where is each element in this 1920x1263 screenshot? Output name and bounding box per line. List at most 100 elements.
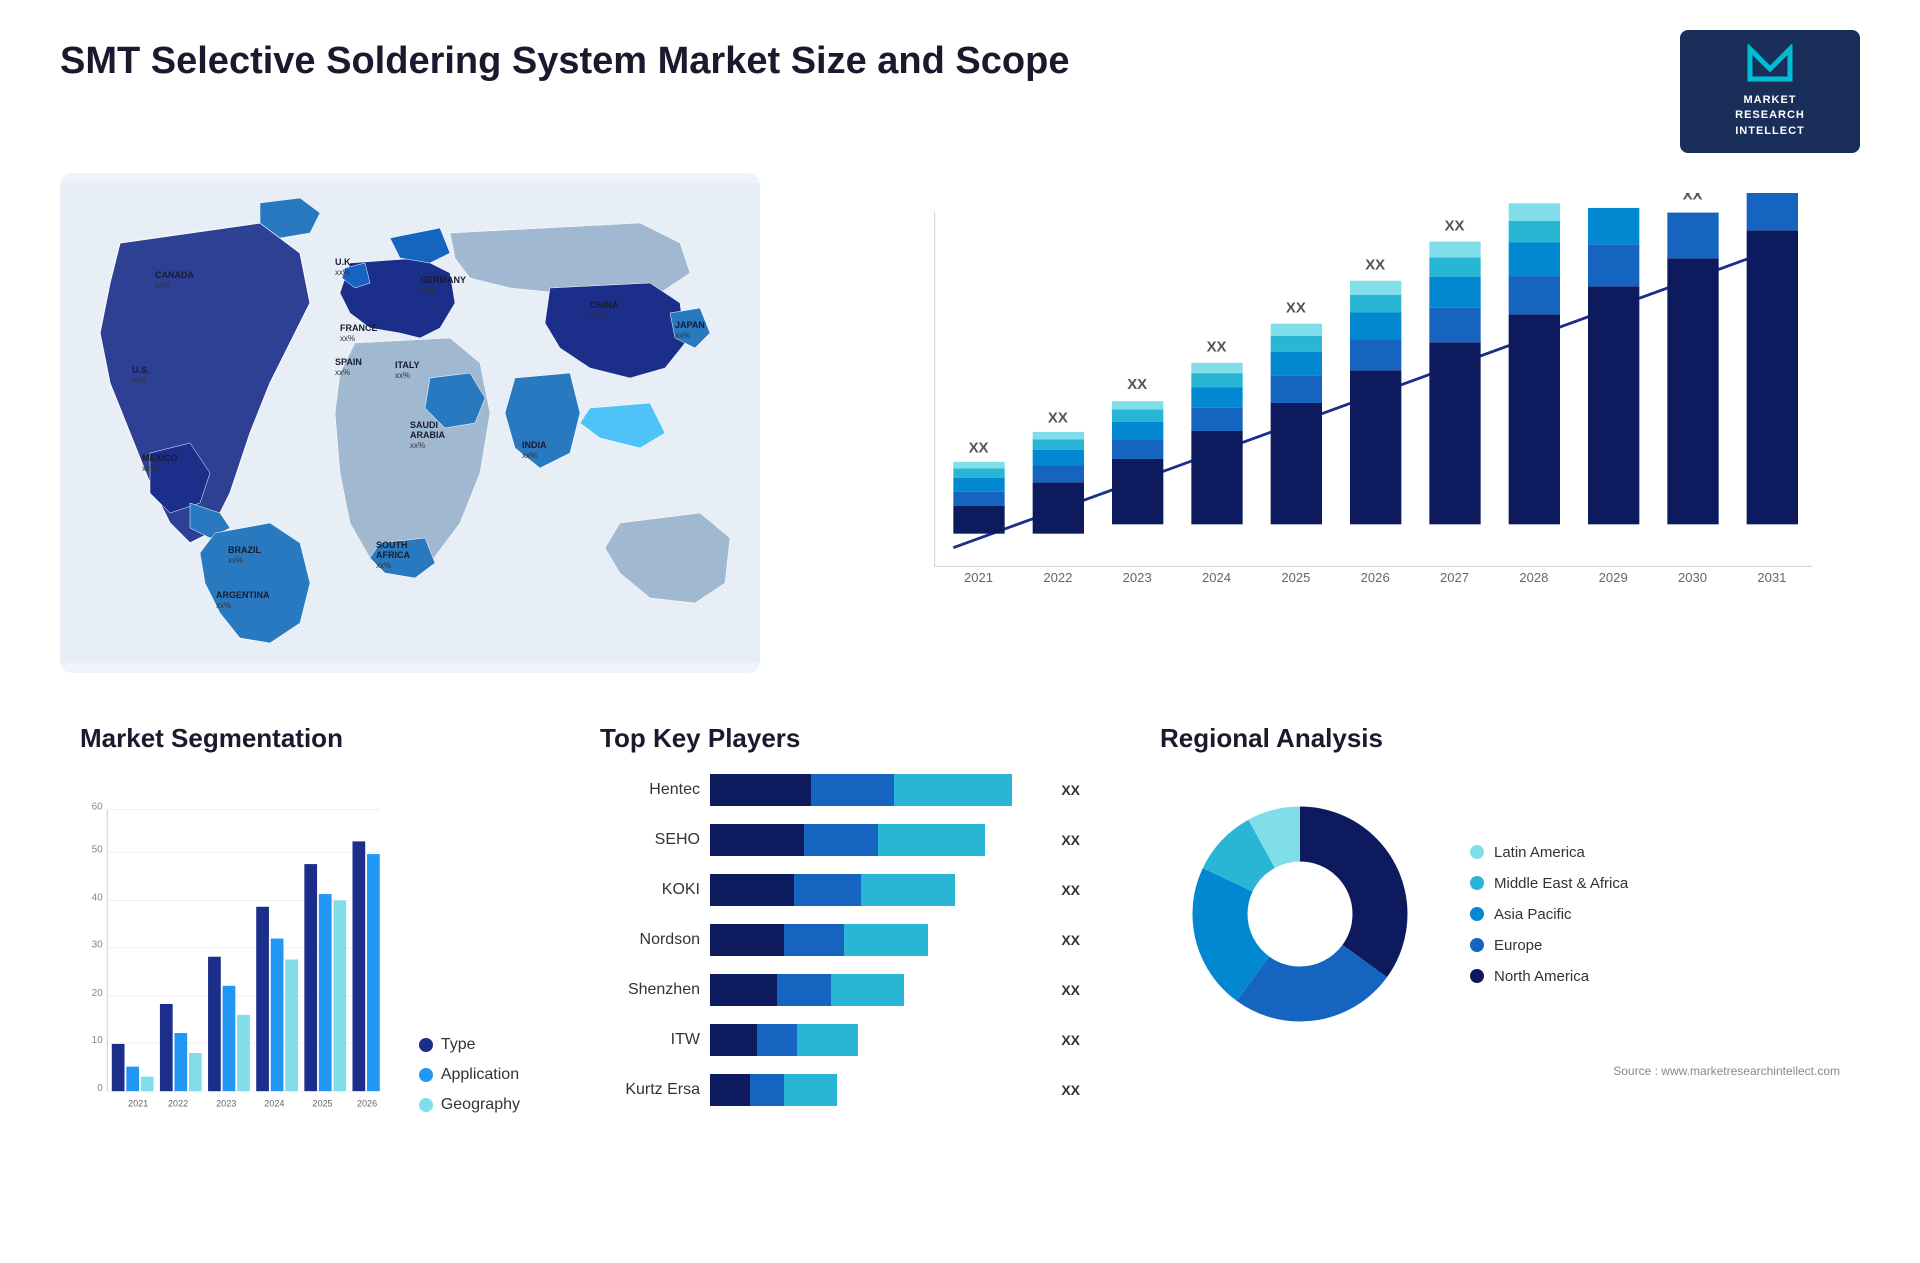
svg-text:SAUDI: SAUDI <box>410 420 438 430</box>
svg-text:XX: XX <box>1603 193 1623 197</box>
player-label-nordson: XX <box>1061 932 1080 948</box>
bar-seg-mid <box>750 1074 784 1106</box>
legend-latin-america: Latin America <box>1470 844 1628 861</box>
player-bar-kurtz <box>710 1074 1045 1106</box>
player-bar-shenzhen <box>710 974 1045 1006</box>
player-name-hentec: Hentec <box>600 781 700 799</box>
legend-europe: Europe <box>1470 937 1628 954</box>
regional-analysis: Regional Analysis <box>1140 713 1860 1233</box>
svg-text:2023: 2023 <box>216 1099 236 1109</box>
svg-text:CHINA: CHINA <box>590 300 619 310</box>
svg-text:ARABIA: ARABIA <box>410 430 445 440</box>
bar-seg-light <box>844 924 928 956</box>
svg-text:xx%: xx% <box>376 561 391 570</box>
svg-text:SPAIN: SPAIN <box>335 357 362 367</box>
label-north-america: North America <box>1494 968 1589 985</box>
bar-seg-mid <box>794 874 861 906</box>
svg-text:XX: XX <box>1286 300 1306 317</box>
bar-seg-mid <box>811 774 895 806</box>
svg-text:xx%: xx% <box>522 451 537 460</box>
svg-text:ARGENTINA: ARGENTINA <box>216 590 270 600</box>
svg-text:2026: 2026 <box>1361 570 1390 585</box>
bar-seg-light <box>894 774 1011 806</box>
player-row-seho: SEHO XX <box>600 824 1080 856</box>
legend-type: Type <box>419 1036 520 1054</box>
legend-label-geography: Geography <box>441 1096 520 1114</box>
bar-seg-dark <box>710 974 777 1006</box>
svg-text:xx%: xx% <box>675 331 690 340</box>
svg-text:50: 50 <box>92 844 104 855</box>
bar-seg-dark <box>710 874 794 906</box>
logo-text: MARKETRESEARCHINTELLECT <box>1700 93 1840 139</box>
svg-text:2023: 2023 <box>1123 570 1152 585</box>
svg-text:2028: 2028 <box>1519 570 1548 585</box>
bar-seg-dark <box>710 774 811 806</box>
key-players-title: Top Key Players <box>600 723 1080 754</box>
legend-dot-application <box>419 1068 433 1082</box>
top-section: CANADA xx% U.S. xx% MEXICO xx% BRAZIL xx… <box>60 173 1860 673</box>
svg-text:40: 40 <box>92 893 104 904</box>
svg-text:MEXICO: MEXICO <box>142 453 178 463</box>
legend-middle-east-africa: Middle East & Africa <box>1470 875 1628 892</box>
legend-asia-pacific: Asia Pacific <box>1470 906 1628 923</box>
player-name-kurtz: Kurtz Ersa <box>600 1081 700 1099</box>
players-chart: Hentec XX SEHO XX <box>600 774 1080 1106</box>
svg-text:0: 0 <box>97 1083 103 1094</box>
svg-text:XX: XX <box>1365 257 1385 274</box>
svg-text:xx%: xx% <box>132 376 147 385</box>
label-asia-pacific: Asia Pacific <box>1494 906 1572 923</box>
player-bar-seho <box>710 824 1045 856</box>
map-container: CANADA xx% U.S. xx% MEXICO xx% BRAZIL xx… <box>60 173 760 673</box>
svg-text:SOUTH: SOUTH <box>376 540 408 550</box>
legend-north-america: North America <box>1470 968 1628 985</box>
svg-text:BRAZIL: BRAZIL <box>228 545 261 555</box>
svg-text:CANADA: CANADA <box>155 270 194 280</box>
market-seg-title: Market Segmentation <box>80 723 520 754</box>
svg-text:60: 60 <box>92 802 104 813</box>
dot-asia-pacific <box>1470 907 1484 921</box>
legend-label-type: Type <box>441 1036 476 1054</box>
svg-text:2022: 2022 <box>1043 570 1072 585</box>
label-latin-america: Latin America <box>1494 844 1585 861</box>
player-bar-koki <box>710 874 1045 906</box>
bar-seg-light <box>797 1024 857 1056</box>
svg-text:ITALY: ITALY <box>395 360 420 370</box>
player-name-nordson: Nordson <box>600 931 700 949</box>
legend-dot-type <box>419 1038 433 1052</box>
page-title: SMT Selective Soldering System Market Si… <box>60 40 1069 83</box>
player-row-koki: KOKI XX <box>600 874 1080 906</box>
bar-seg-light <box>878 824 985 856</box>
player-bar-hentec <box>710 774 1045 806</box>
svg-text:2022: 2022 <box>168 1099 188 1109</box>
bar-seg-mid <box>757 1024 797 1056</box>
logo-letter <box>1700 44 1840 93</box>
legend-geography: Geography <box>419 1096 520 1114</box>
player-name-seho: SEHO <box>600 831 700 849</box>
dot-middle-east-africa <box>1470 876 1484 890</box>
legend-dot-geography <box>419 1098 433 1112</box>
bar-chart-container: XX 2021 XX 2022 XX 2023 <box>800 173 1860 673</box>
svg-text:xx%: xx% <box>395 371 410 380</box>
donut-legend: Latin America Middle East & Africa Asia … <box>1470 844 1628 985</box>
svg-text:xx%: xx% <box>590 311 605 320</box>
seg-bars-container: 0 10 20 30 40 50 60 <box>80 774 389 1154</box>
svg-text:XX: XX <box>1048 410 1068 427</box>
player-name-koki: KOKI <box>600 881 700 899</box>
seg-legend: Type Application Geography <box>419 1036 520 1154</box>
market-segmentation: Market Segmentation 0 10 20 30 40 50 60 <box>60 713 540 1233</box>
bar-seg-dark <box>710 1074 750 1106</box>
bar-seg-mid <box>784 924 844 956</box>
dot-north-america <box>1470 969 1484 983</box>
svg-text:AFRICA: AFRICA <box>376 550 410 560</box>
player-row-hentec: Hentec XX <box>600 774 1080 806</box>
svg-text:20: 20 <box>92 988 104 999</box>
player-label-seho: XX <box>1061 832 1080 848</box>
svg-text:XX: XX <box>1524 193 1544 197</box>
player-bar-itw <box>710 1024 1045 1056</box>
svg-text:xx%: xx% <box>420 286 435 295</box>
page-container: SMT Selective Soldering System Market Si… <box>0 0 1920 1263</box>
legend-application: Application <box>419 1066 520 1084</box>
svg-text:xx%: xx% <box>228 556 243 565</box>
svg-text:2025: 2025 <box>312 1099 332 1109</box>
bottom-section: Market Segmentation 0 10 20 30 40 50 60 <box>60 713 1860 1233</box>
